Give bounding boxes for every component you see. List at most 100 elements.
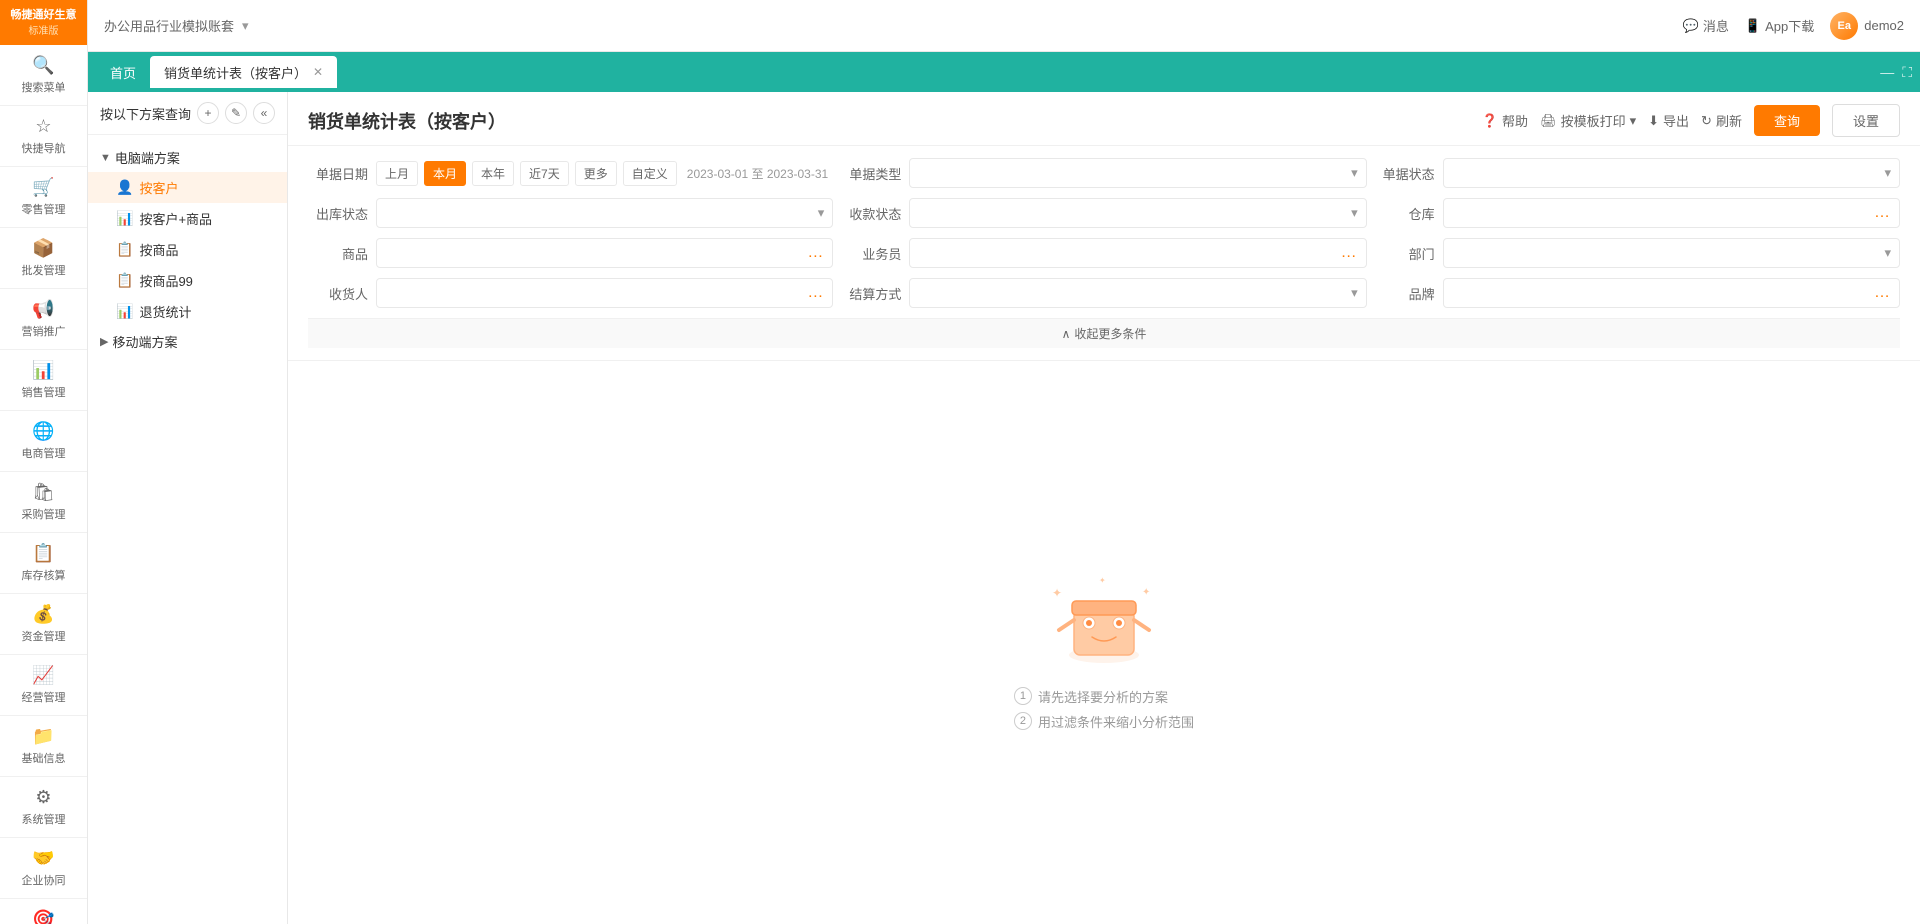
setting-button[interactable]: 设置 [1832, 104, 1900, 137]
window-controls: — ⛶ [1880, 64, 1912, 81]
sidebar-item-quick-nav[interactable]: ☆ 快捷导航 [0, 106, 87, 167]
tree-group-mobile[interactable]: ▶ 移动端方案 [88, 327, 287, 356]
app-download-btn[interactable]: 📱 App下载 [1745, 16, 1814, 35]
message-label: 消息 [1703, 16, 1729, 35]
edit-scheme-btn[interactable]: ✎ [225, 102, 247, 124]
sidebar-item-finance[interactable]: 💰 资金管理 [0, 594, 87, 655]
consignee-input[interactable]: … [376, 278, 833, 308]
sidebar-item-label: 系统管理 [22, 811, 66, 827]
sidebar-item-purchase[interactable]: 🛍 采购管理 [0, 472, 87, 533]
inventory-icon: 📋 [32, 543, 54, 564]
date-btn-this-month[interactable]: 本月 [424, 161, 466, 186]
warehouse-label: 仓库 [1375, 204, 1435, 223]
sidebar-item-inventory[interactable]: 📋 库存核算 [0, 533, 87, 594]
query-button[interactable]: 查询 [1754, 105, 1820, 136]
tree-item-by-customer-goods[interactable]: 📊 按客户+商品 [88, 203, 287, 234]
left-panel-header: 按以下方案查询 + ✎ « [88, 92, 287, 135]
globe-icon: 🌐 [32, 421, 54, 442]
settings-icon: ⚙ [35, 787, 51, 808]
out-status-input[interactable]: ▾ [376, 198, 833, 228]
app-logo: 畅捷通好生意 标准版 [0, 0, 88, 45]
tree-item-by-customer[interactable]: 👤 按客户 [88, 172, 287, 203]
date-btn-more[interactable]: 更多 [575, 161, 617, 186]
department-control: ▾ [1443, 238, 1900, 268]
page-title: 销货单统计表（按客户） [308, 108, 506, 134]
collapse-panel-btn[interactable]: « [253, 102, 275, 124]
sidebar-item-sales[interactable]: 📊 销售管理 [0, 350, 87, 411]
collapse-up-icon: ∧ [1062, 327, 1071, 341]
goods-input[interactable]: … [376, 238, 833, 268]
tree-group-desktop[interactable]: ▼ 电脑端方案 [88, 143, 287, 172]
maximize-btn[interactable]: ⛶ [1902, 64, 1912, 81]
sidebar-item-marketing[interactable]: 📢 营销推广 [0, 289, 87, 350]
warehouse-input[interactable]: … [1443, 198, 1900, 228]
doc-type-control[interactable]: ▾ [909, 158, 1366, 188]
department-input[interactable]: ▾ [1443, 238, 1900, 268]
tree-item-by-goods-99[interactable]: 📋 按商品99 [88, 265, 287, 296]
template-print-btn[interactable]: 🖨 按模板打印 ▾ [1540, 111, 1636, 130]
sidebar: 畅捷通好生意 标准版 🔍 搜索菜单 ☆ 快捷导航 🛒 零售管理 📦 批发管理 📢… [0, 0, 88, 924]
goods-label: 商品 [308, 244, 368, 263]
date-btn-this-year[interactable]: 本年 [472, 161, 514, 186]
tab-close-icon[interactable]: ✕ [313, 65, 323, 79]
warehouse-control: … [1443, 198, 1900, 228]
export-btn[interactable]: ⬇ 导出 [1648, 111, 1689, 130]
refresh-btn[interactable]: ↻ 刷新 [1701, 111, 1742, 130]
salesperson-input[interactable]: … [909, 238, 1366, 268]
user-icon: 👤 [116, 179, 133, 196]
left-panel-title: 按以下方案查询 [100, 104, 191, 123]
salesperson-control: … [909, 238, 1366, 268]
consignee-control: … [376, 278, 833, 308]
app-download-label: App下载 [1765, 16, 1814, 35]
brand-control: … [1443, 278, 1900, 308]
help-icon: ❓ [1482, 113, 1498, 129]
sidebar-item-retail[interactable]: 🛒 零售管理 [0, 167, 87, 228]
add-scheme-btn[interactable]: + [197, 102, 219, 124]
collapse-filter-btn[interactable]: ∧ 收起更多条件 [308, 318, 1900, 348]
date-btn-last-7days[interactable]: 近7天 [520, 161, 569, 186]
doc-type-input[interactable]: ▾ [909, 158, 1366, 188]
sidebar-item-label: 企业协同 [22, 872, 66, 888]
page-actions: ❓ 帮助 🖨 按模板打印 ▾ ⬇ 导出 ↻ 刷新 [1482, 104, 1900, 137]
doc-status-input[interactable]: ▾ [1443, 158, 1900, 188]
tree-item-by-goods[interactable]: 📋 按商品 [88, 234, 287, 265]
brand-label: 品牌 [1375, 284, 1435, 303]
sidebar-item-cooperation[interactable]: 🤝 企业协同 [0, 838, 87, 899]
chevron-down-icon2: ▾ [1884, 165, 1891, 181]
refresh-icon: ↻ [1701, 113, 1712, 129]
help-btn[interactable]: ❓ 帮助 [1482, 111, 1528, 130]
date-range: 2023-03-01 至 2023-03-31 [687, 165, 828, 182]
brand-input[interactable]: … [1443, 278, 1900, 308]
message-btn[interactable]: 💬 消息 [1683, 16, 1729, 35]
message-icon: 💬 [1683, 18, 1699, 34]
table2-icon: 📋 [116, 272, 133, 289]
sidebar-item-newbie[interactable]: 🎯 新手引导 [0, 899, 87, 924]
sidebar-item-operation[interactable]: 📈 经营管理 [0, 655, 87, 716]
tab-home[interactable]: 首页 [96, 56, 150, 88]
user-menu[interactable]: Ea demo2 [1830, 12, 1904, 40]
tip-text-1: 请先选择要分析的方案 [1038, 687, 1168, 706]
date-btn-custom[interactable]: 自定义 [623, 161, 677, 186]
sidebar-item-label: 批发管理 [22, 262, 66, 278]
sidebar-item-wholesale[interactable]: 📦 批发管理 [0, 228, 87, 289]
empty-tip-1: 1 请先选择要分析的方案 [1014, 687, 1194, 706]
industry-selector[interactable]: 办公用品行业模拟账套 ▾ [104, 16, 249, 35]
settlement-input[interactable]: ▾ [909, 278, 1366, 308]
chevron-print-icon: ▾ [1630, 113, 1637, 129]
minimize-btn[interactable]: — [1880, 64, 1894, 81]
receipt-status-input[interactable]: ▾ [909, 198, 1366, 228]
sidebar-item-ecommerce[interactable]: 🌐 电商管理 [0, 411, 87, 472]
tree-item-label: 退货统计 [139, 302, 191, 321]
header-right: 💬 消息 📱 App下载 Ea demo2 [1683, 12, 1904, 40]
date-btn-last-month[interactable]: 上月 [376, 161, 418, 186]
industry-label: 办公用品行业模拟账套 [104, 16, 234, 35]
tab-sales-stat[interactable]: 销货单统计表（按客户） ✕ [150, 56, 337, 88]
sidebar-item-search[interactable]: 🔍 搜索菜单 [0, 45, 87, 106]
tree-item-return-stat[interactable]: 📊 退货统计 [88, 296, 287, 327]
expand-arrow-icon: ▼ [100, 152, 111, 164]
megaphone-icon: 📢 [32, 299, 54, 320]
tree-section: ▼ 电脑端方案 👤 按客户 📊 按客户+商品 📋 按商品 📋 按商品 [88, 135, 287, 364]
empty-tips: 1 请先选择要分析的方案 2 用过滤条件来缩小分析范围 [1014, 687, 1194, 731]
sidebar-item-basic[interactable]: 📁 基础信息 [0, 716, 87, 777]
sidebar-item-system[interactable]: ⚙ 系统管理 [0, 777, 87, 838]
